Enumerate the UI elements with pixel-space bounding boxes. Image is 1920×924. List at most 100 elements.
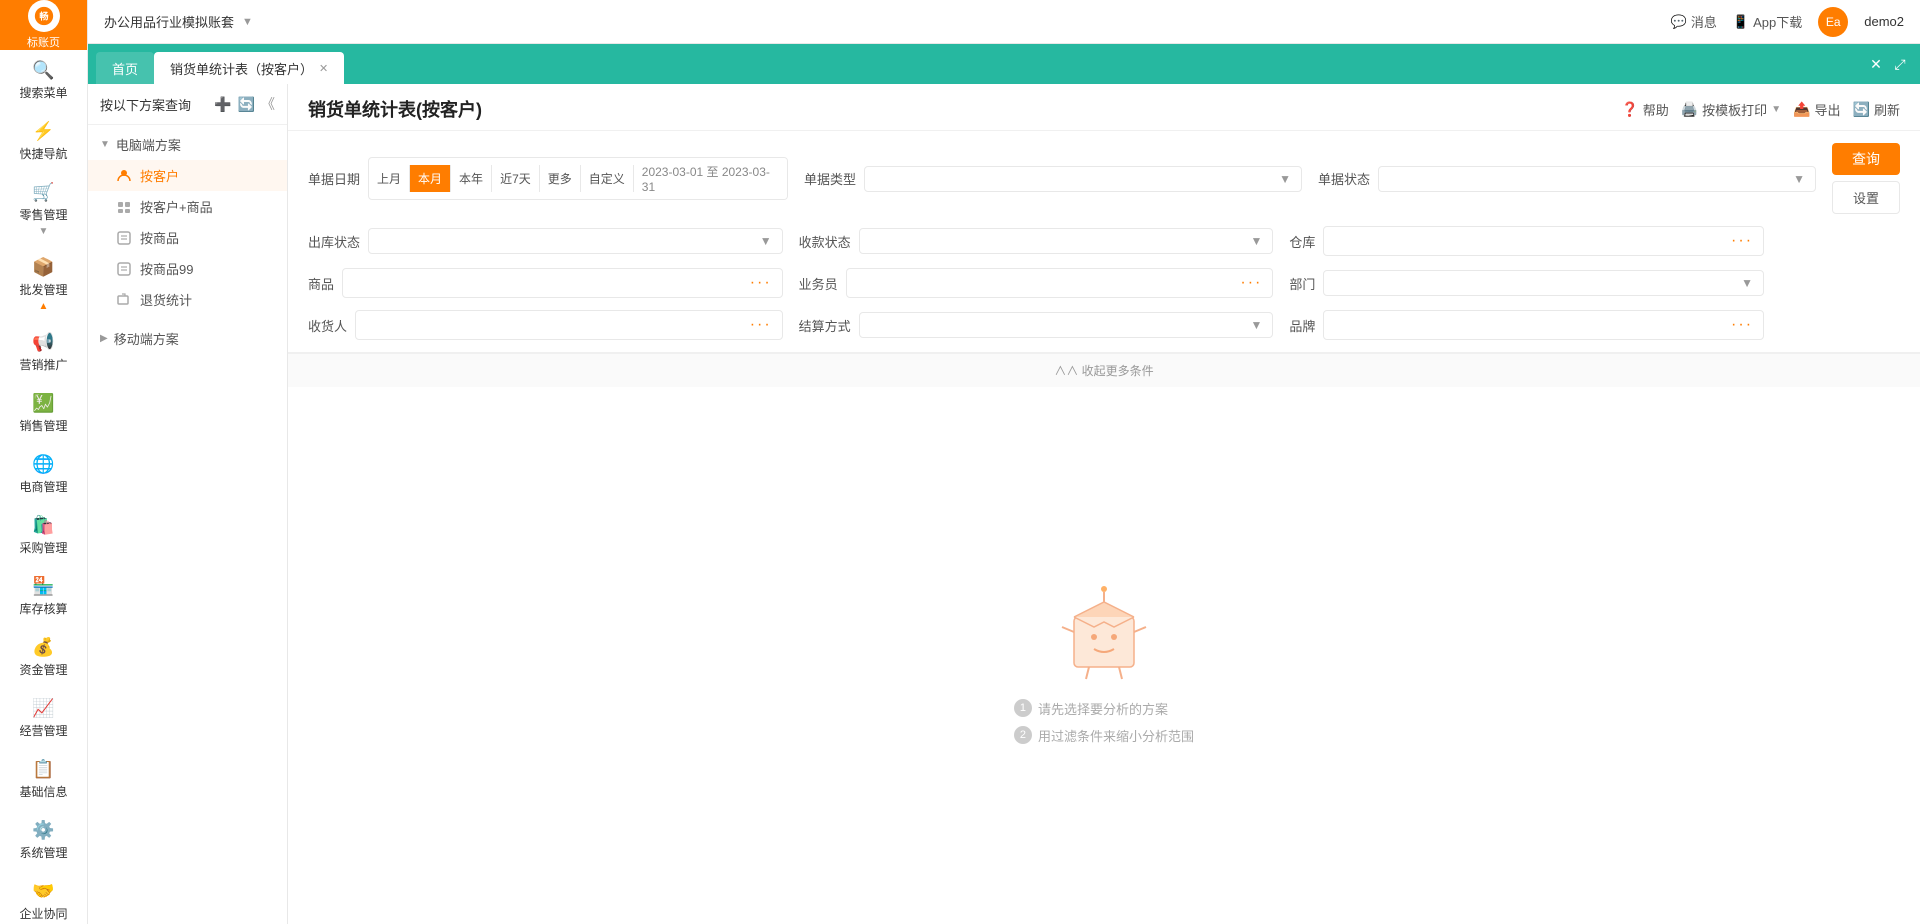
msg-icon: 💬 [1671,14,1687,30]
sidebar-item-nav-label: 快捷导航 [19,145,67,162]
settings-button[interactable]: 设置 [1832,181,1900,214]
sidebar-item-wholesale-label: 批发管理 [19,281,67,298]
export-btn[interactable]: 📤 导出 [1793,100,1840,119]
topbar-dropdown-icon[interactable]: ▼ [242,16,253,28]
doc-type-input[interactable]: ▼ [864,166,1302,192]
scheme-group-mobile-header[interactable]: ▶ 移动端方案 [88,323,287,354]
date-btn-custom[interactable]: 自定义 [581,165,634,192]
brand-label: 品牌 [1289,316,1315,335]
export-icon: 📤 [1793,101,1810,118]
sidebar-item-collab-label: 企业协同 [19,905,67,922]
msg-btn[interactable]: 💬 消息 [1671,12,1717,31]
filter-doc-type: 单据类型 ▼ [804,166,1302,192]
sidebar-item-operation[interactable]: 📈 经营管理 [0,688,88,749]
date-btn-this-month[interactable]: 本月 [410,165,451,192]
warehouse-input[interactable]: ··· [1323,226,1764,256]
sidebar-item-ecom[interactable]: 🌐 电商管理 [0,444,88,505]
sidebar-item-marketing[interactable]: 📢 营销推广 [0,322,88,383]
goods99-icon [116,261,132,277]
scheme-group-mobile: ▶ 移动端方案 [88,319,287,358]
scheme-group-desktop-header[interactable]: ▼ 电脑端方案 [88,129,287,160]
date-btn-this-year[interactable]: 本年 [451,165,492,192]
sidebar-item-retail-label: 零售管理 [19,206,67,223]
date-btn-more[interactable]: 更多 [540,165,581,192]
sidebar-item-basic[interactable]: 📋 基础信息 [0,749,88,810]
basic-icon: 📋 [32,759,54,780]
sales-icon: 💹 [32,393,54,414]
consignee-dots-icon: ··· [750,316,772,334]
warehouse-label: 仓库 [1289,232,1315,251]
topbar: 办公用品行业模拟账套 ▼ 💬 消息 📱 App下载 Ea demo2 [88,0,1920,44]
app-logo[interactable]: 畅 标账页 [0,0,88,50]
settlement-label: 结算方式 [799,316,851,335]
tab-sales-stat[interactable]: 销货单统计表（按客户） ✕ [154,52,344,84]
sidebar-item-nav[interactable]: ⚡ 快捷导航 [0,111,88,172]
page-actions: ❓ 帮助 🖨️ 按模板打印 ▼ 📤 导出 🔄 刷新 [1621,100,1900,119]
goods-label: 商品 [308,274,334,293]
add-scheme-icon[interactable]: ➕ [214,96,231,113]
scheme-item-customer[interactable]: 按客户 [88,160,287,191]
filter-actions: 查询 设置 [1832,143,1900,214]
sidebar-item-marketing-label: 营销推广 [19,356,67,373]
help-btn[interactable]: ❓ 帮助 [1621,100,1668,119]
tip-num-1: 1 [1014,699,1032,717]
user-avatar[interactable]: Ea [1818,7,1848,37]
msg-label: 消息 [1691,12,1717,31]
tab-home[interactable]: 首页 [96,52,154,84]
scheme-panel-header: 按以下方案查询 ➕ 🔄 《 [88,84,287,125]
system-icon: ⚙️ [32,820,54,841]
win-expand-btn[interactable]: ⤢ [1888,52,1912,76]
filter-receipt-status: 收款状态 ▼ [799,228,1274,254]
sidebar-item-basic-label: 基础信息 [19,783,67,800]
query-button[interactable]: 查询 [1832,143,1900,175]
doc-status-input[interactable]: ▼ [1378,166,1816,192]
goods-input[interactable]: ··· [342,268,783,298]
out-status-input[interactable]: ▼ [368,228,783,254]
print-btn[interactable]: 🖨️ 按模板打印 ▼ [1681,100,1781,119]
department-input[interactable]: ▼ [1323,270,1764,296]
page-title: 销货单统计表(按客户) [308,96,482,122]
main-panel: 销货单统计表(按客户) ❓ 帮助 🖨️ 按模板打印 ▼ 📤 导出 [288,84,1920,924]
scheme-item-return[interactable]: 退货统计 [88,284,287,315]
salesperson-input[interactable]: ··· [846,268,1274,298]
empty-illustration [1044,567,1164,687]
app-download-btn[interactable]: 📱 App下载 [1733,12,1802,31]
retail-icon: 🛒 [32,182,54,203]
sidebar-item-retail[interactable]: 🛒 零售管理 ▼ [0,172,88,247]
sidebar-item-collab[interactable]: 🤝 企业协同 [0,871,88,924]
date-btn-7days[interactable]: 近7天 [492,165,540,192]
brand-input[interactable]: ··· [1323,310,1764,340]
refresh-btn[interactable]: 🔄 刷新 [1853,100,1900,119]
collapse-icon: ∧∧ [1054,364,1078,378]
settlement-input[interactable]: ▼ [859,312,1274,338]
refresh-scheme-icon[interactable]: 🔄 [238,96,255,113]
scheme-item-goods99[interactable]: 按商品99 [88,253,287,284]
empty-tips: 1 请先选择要分析的方案 2 用过滤条件来缩小分析范围 [1014,699,1194,745]
tab-home-label: 首页 [112,59,138,78]
sidebar-item-purchase[interactable]: 🛍️ 采购管理 [0,505,88,566]
sidebar-item-search[interactable]: 🔍 搜索菜单 [0,50,88,111]
sidebar-item-sales[interactable]: 💹 销售管理 [0,383,88,444]
tabbar: 首页 销货单统计表（按客户） ✕ ✕ ⤢ [88,44,1920,84]
filter-row-2: 出库状态 ▼ 收款状态 ▼ 仓库 [308,226,1900,256]
scheme-item-customer-goods[interactable]: 按客户+商品 [88,191,287,222]
collapse-scheme-icon[interactable]: 《 [261,94,275,114]
date-btn-last-month[interactable]: 上月 [369,165,410,192]
sidebar-item-system[interactable]: ⚙️ 系统管理 [0,810,88,871]
sidebar-item-finance[interactable]: 💰 资金管理 [0,627,88,688]
filter-salesperson: 业务员 ··· [799,268,1274,298]
consignee-input[interactable]: ··· [355,310,783,340]
tab-close-icon[interactable]: ✕ [319,62,328,75]
collapse-bar[interactable]: ∧∧ 收起更多条件 [288,353,1920,387]
sidebar-item-wholesale[interactable]: 📦 批发管理 ▲ [0,247,88,322]
collapse-label: 收起更多条件 [1082,364,1154,378]
sidebar-item-system-label: 系统管理 [19,844,67,861]
receipt-status-input[interactable]: ▼ [859,228,1274,254]
page-header: 销货单统计表(按客户) ❓ 帮助 🖨️ 按模板打印 ▼ 📤 导出 [288,84,1920,131]
sidebar-item-inventory[interactable]: 🏪 库存核算 [0,566,88,627]
settlement-dropdown-icon: ▼ [1250,318,1262,332]
win-close-btn[interactable]: ✕ [1864,52,1888,76]
svg-text:畅: 畅 [39,11,48,22]
scheme-item-return-label: 退货统计 [140,290,192,309]
scheme-item-goods[interactable]: 按商品 [88,222,287,253]
